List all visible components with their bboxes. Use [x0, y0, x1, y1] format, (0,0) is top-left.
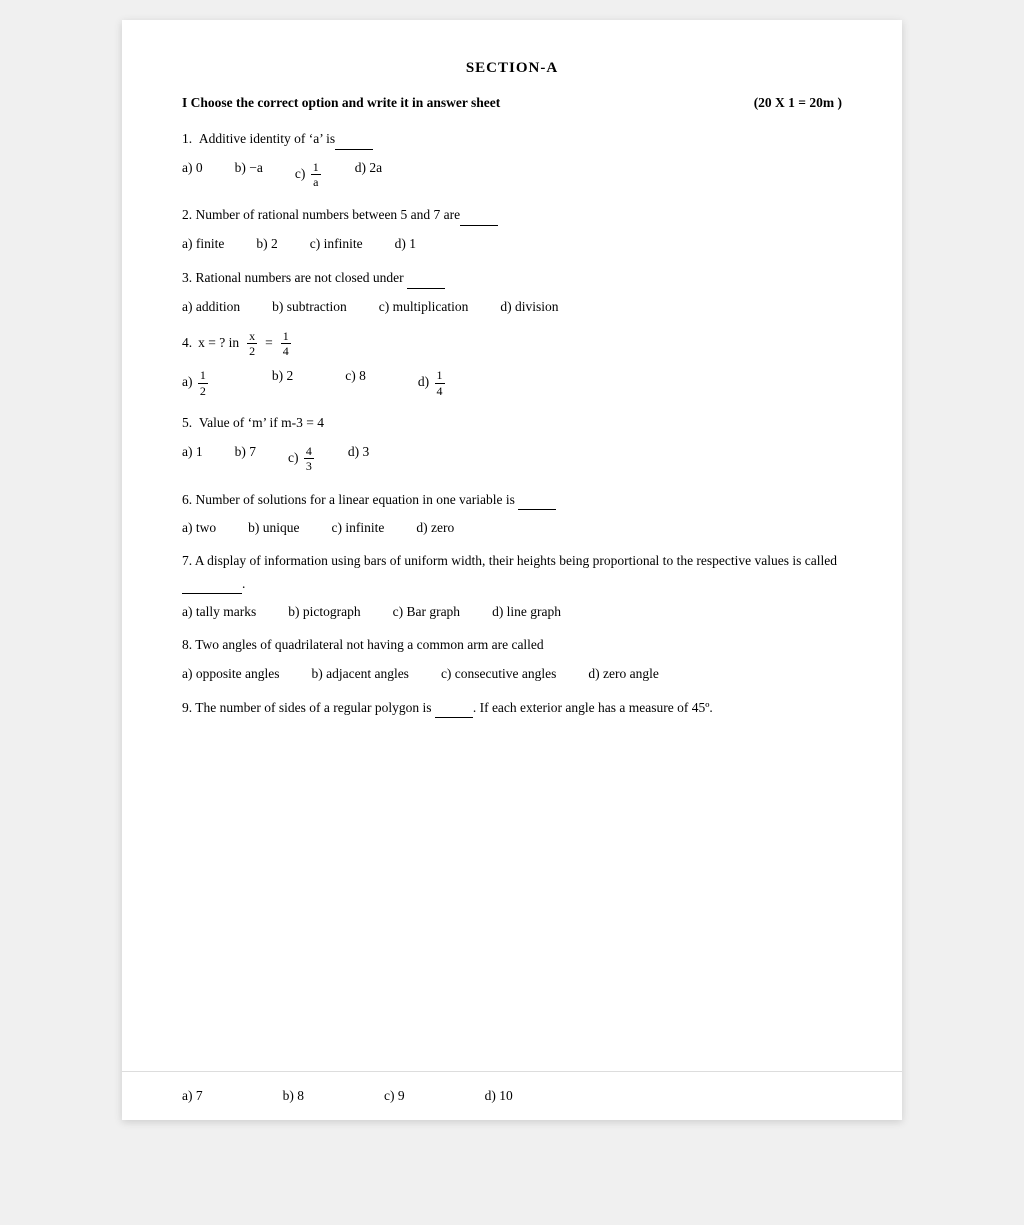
- question-2: 2. Number of rational numbers between 5 …: [182, 203, 842, 226]
- q8-option-b: b) adjacent angles: [311, 666, 408, 682]
- instruction-text: I Choose the correct option and write it…: [182, 95, 500, 111]
- q1-option-c: c) 1a: [295, 160, 323, 190]
- q1-option-b: b) −a: [235, 160, 263, 190]
- question-4: 4. x = ? in x2 = 14: [182, 329, 842, 359]
- q1-option-a: a) 0: [182, 160, 203, 190]
- q3-option-c: c) multiplication: [379, 299, 469, 315]
- section-title: SECTION-A: [182, 60, 842, 77]
- q5-option-b: b) 7: [235, 444, 256, 474]
- question-1: 1. Additive identity of ‘a’ is: [182, 127, 842, 150]
- q8-option-a: a) opposite angles: [182, 666, 279, 682]
- q7-option-a: a) tally marks: [182, 604, 256, 620]
- q5-option-c: c) 43: [288, 444, 316, 474]
- q4-fraction-14: 14: [281, 329, 291, 359]
- q7-options: a) tally marks b) pictograph c) Bar grap…: [182, 604, 842, 620]
- exam-page: SECTION-A I Choose the correct option an…: [122, 20, 902, 1120]
- q9-blank: [435, 696, 473, 719]
- q8-option-d: d) zero angle: [588, 666, 658, 682]
- q5-option-d: d) 3: [348, 444, 369, 474]
- q6-text: 6. Number of solutions for a linear equa…: [182, 492, 556, 507]
- q2-option-a: a) finite: [182, 236, 224, 252]
- q3-text: 3. Rational numbers are not closed under: [182, 270, 445, 285]
- question-5: 5. Value of ‘m’ if m-3 = 4: [182, 412, 842, 434]
- q5-text: 5. Value of ‘m’ if m-3 = 4: [182, 415, 324, 430]
- q4-equals: =: [265, 335, 273, 351]
- question-6: 6. Number of solutions for a linear equa…: [182, 488, 842, 511]
- bottom-option-c: c) 9: [384, 1088, 405, 1104]
- q6-option-b: b) unique: [248, 520, 299, 536]
- bottom-option-a: a) 7: [182, 1088, 203, 1104]
- q4-option-a: a) 12: [182, 368, 210, 398]
- q3-option-a: a) addition: [182, 299, 240, 315]
- q3-options: a) addition b) subtraction c) multiplica…: [182, 299, 842, 315]
- q3-option-d: d) division: [500, 299, 558, 315]
- q4-text: x = ? in: [198, 335, 239, 351]
- q4-option-c: c) 8: [345, 368, 366, 398]
- question-8: 8. Two angles of quadrilateral not havin…: [182, 634, 842, 656]
- q5-option-a: a) 1: [182, 444, 203, 474]
- q4-option-d: d) 14: [418, 368, 447, 398]
- q1-blank: [335, 127, 373, 150]
- q8-option-c: c) consecutive angles: [441, 666, 556, 682]
- q2-text: 2. Number of rational numbers between 5 …: [182, 207, 498, 222]
- bottom-options-strip: a) 7 b) 8 c) 9 d) 10: [122, 1071, 902, 1120]
- question-9: 9. The number of sides of a regular poly…: [182, 696, 842, 719]
- q2-option-c: c) infinite: [310, 236, 363, 252]
- q6-option-c: c) infinite: [332, 520, 385, 536]
- q3-option-b: b) subtraction: [272, 299, 347, 315]
- q7-option-b: b) pictograph: [288, 604, 360, 620]
- q4-fraction-x2: x2: [247, 329, 257, 359]
- q1-option-d: d) 2a: [355, 160, 382, 190]
- q4-options: a) 12 b) 2 c) 8 d) 14: [182, 368, 842, 398]
- question-7: 7. A display of information using bars o…: [182, 550, 842, 594]
- q2-blank: [460, 203, 498, 226]
- q2-option-d: d) 1: [395, 236, 416, 252]
- q6-options: a) two b) unique c) infinite d) zero: [182, 520, 842, 536]
- q5-options: a) 1 b) 7 c) 43 d) 3: [182, 444, 842, 474]
- q1-text: 1. Additive identity of ‘a’ is: [182, 131, 373, 146]
- q9-text: 9. The number of sides of a regular poly…: [182, 700, 713, 715]
- q7-option-d: d) line graph: [492, 604, 561, 620]
- q8-options: a) opposite angles b) adjacent angles c)…: [182, 666, 842, 682]
- bottom-option-d: d) 10: [485, 1088, 513, 1104]
- q7-text: 7. A display of information using bars o…: [182, 553, 837, 591]
- q4-option-b: b) 2: [272, 368, 293, 398]
- q1-options: a) 0 b) −a c) 1a d) 2a: [182, 160, 842, 190]
- q6-option-a: a) two: [182, 520, 216, 536]
- q6-blank: [518, 488, 556, 511]
- instruction-row: I Choose the correct option and write it…: [182, 95, 842, 111]
- question-3: 3. Rational numbers are not closed under: [182, 266, 842, 289]
- q4-number: 4.: [182, 335, 192, 351]
- q2-option-b: b) 2: [256, 236, 277, 252]
- q6-option-d: d) zero: [416, 520, 454, 536]
- q3-blank: [407, 266, 445, 289]
- bottom-option-b: b) 8: [283, 1088, 304, 1104]
- marks-text: (20 X 1 = 20m ): [754, 95, 842, 111]
- q7-blank: [182, 572, 242, 595]
- q2-options: a) finite b) 2 c) infinite d) 1: [182, 236, 842, 252]
- q7-option-c: c) Bar graph: [393, 604, 460, 620]
- q8-text: 8. Two angles of quadrilateral not havin…: [182, 637, 544, 652]
